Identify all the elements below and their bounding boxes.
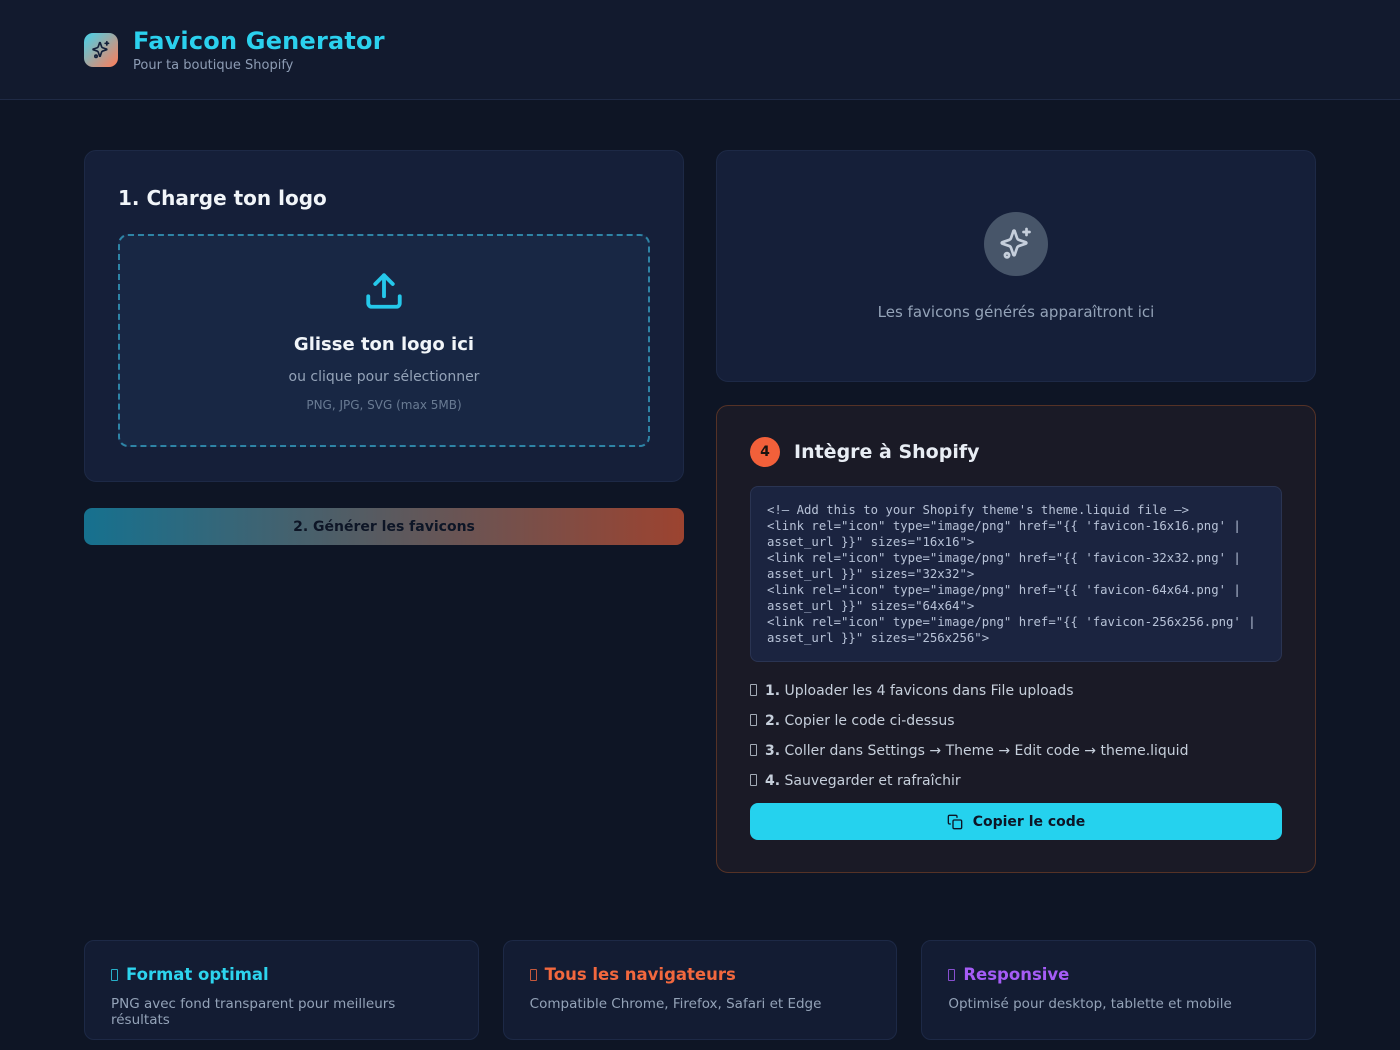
integration-step: 4. Sauvegarder et rafraîchir — [750, 773, 1282, 789]
upload-icon — [366, 272, 402, 309]
feature-card: Responsive Optimisé pour desktop, tablett… — [921, 940, 1317, 1040]
feature-card: Format optimal PNG avec fond transparent … — [84, 940, 479, 1040]
preview-placeholder-circle — [984, 211, 1048, 276]
upload-step-title: 1. Charge ton logo — [118, 186, 327, 210]
left-column: 1. Charge ton logo Glisse ton logo ici o… — [84, 150, 684, 545]
code-block: <!— Add this to your Shopify theme's the… — [750, 486, 1282, 662]
feature-cards-row: Format optimal PNG avec fond transparent … — [84, 940, 1317, 1040]
app-logo — [84, 32, 118, 67]
preview-placeholder-text: Les favicons générés apparaîtront ici — [877, 302, 1155, 321]
copy-code-button[interactable]: Copier le code — [750, 803, 1282, 840]
upload-card: 1. Charge ton logo Glisse ton logo ici o… — [84, 150, 684, 482]
integration-steps: 1. Uploader les 4 favicons dans File upl… — [750, 683, 1282, 789]
missing-glyph-icon — [750, 744, 757, 756]
app-header: Favicon Generator Pour ta boutique Shopi… — [0, 0, 1400, 100]
page-title: Favicon Generator — [133, 26, 385, 55]
missing-glyph-icon — [750, 774, 757, 786]
feature-title: Format optimal — [111, 965, 452, 984]
shopify-integration-panel: 4 Intègre à Shopify <!— Add this to your… — [716, 405, 1316, 873]
missing-glyph-icon — [750, 714, 757, 726]
right-column: Les favicons générés apparaîtront ici 4 … — [716, 150, 1316, 873]
copy-code-label: Copier le code — [972, 813, 1086, 830]
generate-favicons-button[interactable]: 2. Générer les favicons — [84, 508, 684, 545]
feature-card: Tous les navigateurs Compatible Chrome, F… — [502, 940, 898, 1040]
missing-glyph-icon — [948, 969, 956, 981]
copy-icon — [947, 814, 963, 829]
missing-glyph-icon — [111, 969, 118, 981]
preview-card: Les favicons générés apparaîtront ici — [716, 150, 1316, 382]
feature-title: Responsive — [948, 965, 1289, 984]
sparkles-icon — [1000, 227, 1031, 259]
missing-glyph-icon — [750, 684, 757, 696]
shopify-panel-title: Intègre à Shopify — [794, 441, 980, 463]
logo-dropzone[interactable]: Glisse ton logo ici ou clique pour sélec… — [118, 234, 650, 447]
dropzone-title: Glisse ton logo ici — [293, 333, 475, 355]
integration-step: 3. Coller dans Settings → Theme → Edit c… — [750, 743, 1282, 759]
page-subtitle: Pour ta boutique Shopify — [133, 57, 294, 73]
integration-step: 2. Copier le code ci-dessus — [750, 713, 1282, 729]
dropzone-subtitle: ou clique pour sélectionner — [288, 368, 480, 385]
feature-description: PNG avec fond transparent pour meilleurs… — [111, 996, 396, 1028]
step-number-badge: 4 — [750, 437, 780, 467]
feature-title: Tous les navigateurs — [529, 965, 871, 984]
integration-step: 1. Uploader les 4 favicons dans File upl… — [750, 683, 1282, 699]
feature-description: Optimisé pour desktop, tablette et mobil… — [948, 996, 1232, 1012]
sparkles-icon — [92, 40, 110, 58]
dropzone-formats: PNG, JPG, SVG (max 5MB) — [306, 397, 462, 412]
missing-glyph-icon — [529, 969, 537, 981]
feature-description: Compatible Chrome, Firefox, Safari et Ed… — [529, 996, 822, 1012]
